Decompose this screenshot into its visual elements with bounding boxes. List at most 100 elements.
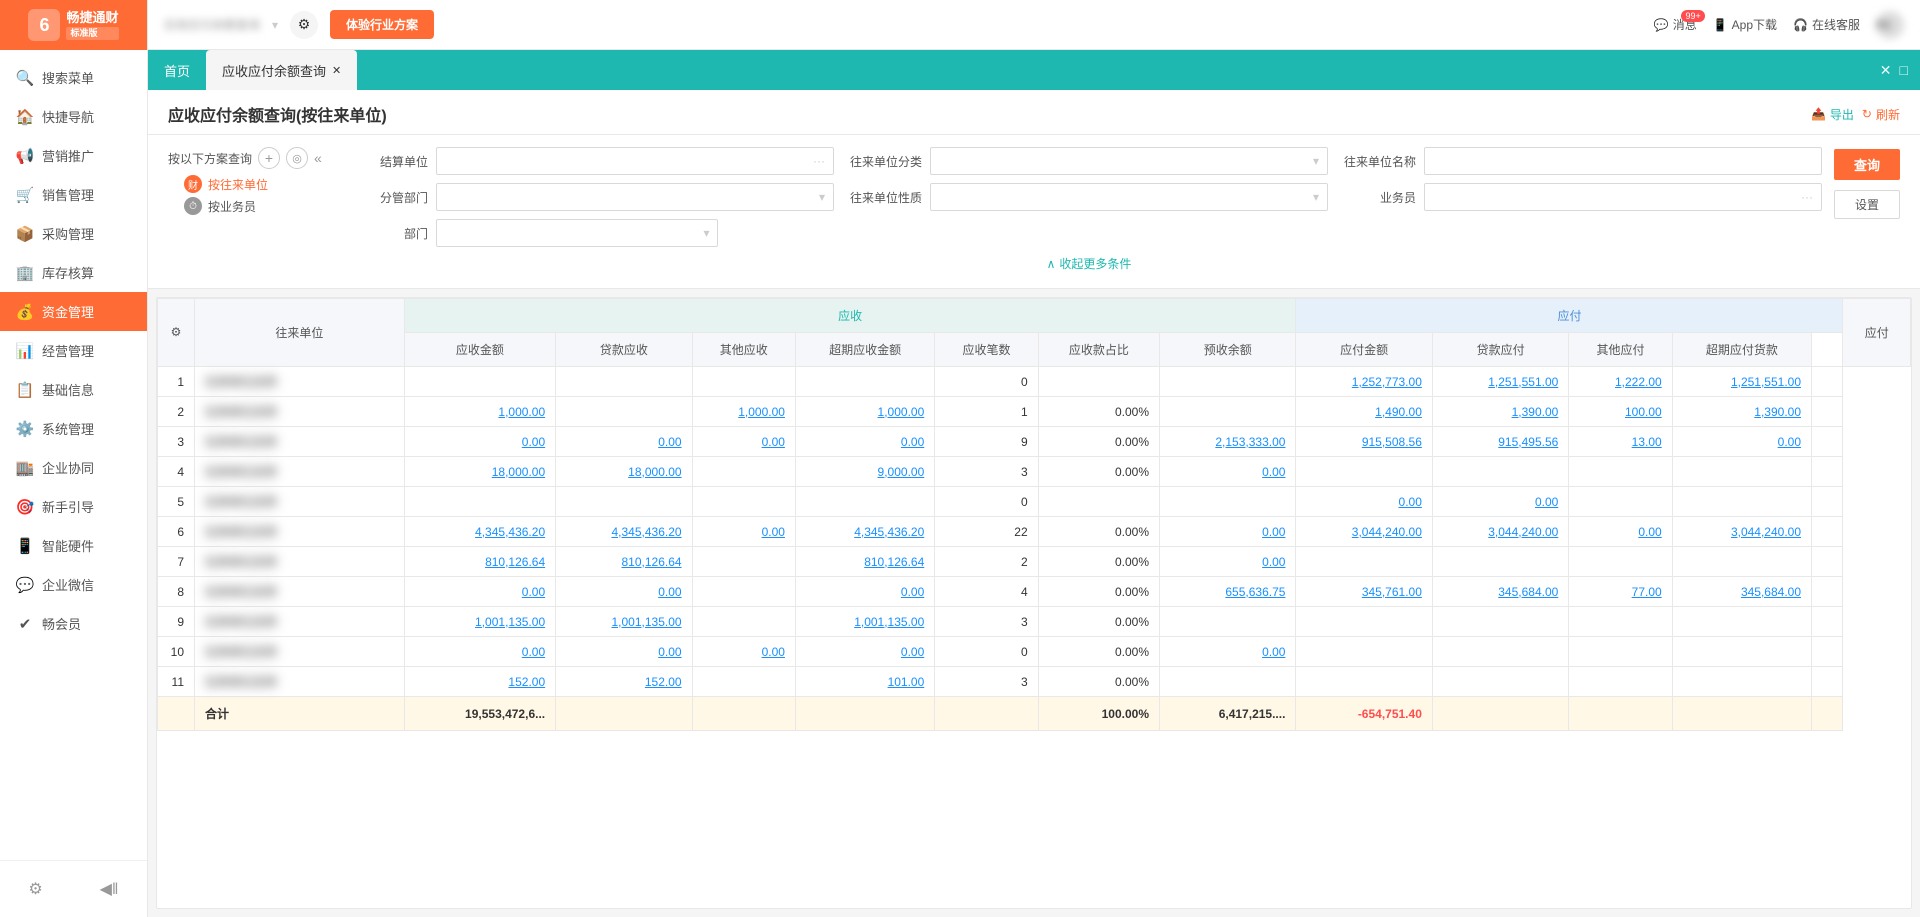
table-cell[interactable]: 4,345,436.20 xyxy=(795,517,934,547)
table-cell[interactable]: 1,390.00 xyxy=(1432,397,1568,427)
table-cell[interactable]: 1,001,135.00 xyxy=(795,607,934,637)
column-settings-icon[interactable]: ⚙ xyxy=(168,325,184,341)
table-cell[interactable]: 13.00 xyxy=(1569,427,1672,457)
table-cell[interactable]: 1,000.00 xyxy=(692,397,795,427)
filter-branch-dept-input[interactable]: ▾ xyxy=(436,183,834,211)
filter-dept-input[interactable]: ▾ xyxy=(436,219,718,247)
filter-partner-name-input[interactable] xyxy=(1424,147,1822,175)
sidebar-item-basic-info[interactable]: 📋 基础信息 xyxy=(0,370,147,409)
export-btn[interactable]: 📤 导出 xyxy=(1811,106,1854,123)
table-cell[interactable]: 915,495.56 xyxy=(1432,427,1568,457)
table-cell[interactable]: 101.00 xyxy=(795,667,934,697)
sidebar-item-sales[interactable]: 🛒 销售管理 xyxy=(0,175,147,214)
sidebar-item-search-menu[interactable]: 🔍 搜索菜单 xyxy=(0,58,147,97)
table-cell[interactable]: 1,251,551.00 xyxy=(1672,367,1811,397)
sidebar-item-hardware[interactable]: 📱 智能硬件 xyxy=(0,526,147,565)
table-cell[interactable]: 345,684.00 xyxy=(1672,577,1811,607)
scheme-by-salesman[interactable]: ⏱ 按业务员 xyxy=(184,197,348,215)
tab-close-btn[interactable]: ✕ xyxy=(332,64,341,77)
sidebar-settings-btn[interactable]: ⚙ xyxy=(20,871,50,907)
table-cell[interactable]: 0.00 xyxy=(556,427,692,457)
table-cell[interactable]: 345,761.00 xyxy=(1296,577,1432,607)
notification-btn[interactable]: 💬 消息 99+ xyxy=(1654,16,1697,33)
table-cell[interactable]: 3,044,240.00 xyxy=(1672,517,1811,547)
table-cell[interactable]: 0.00 xyxy=(1160,547,1296,577)
table-cell[interactable]: 4,345,436.20 xyxy=(556,517,692,547)
filter-target-btn[interactable]: ◎ xyxy=(286,147,308,169)
sidebar-item-finance[interactable]: 💰 资金管理 xyxy=(0,292,147,331)
table-cell[interactable]: 1,000.00 xyxy=(404,397,555,427)
sidebar-collapse-btn[interactable]: ◀‖ xyxy=(92,871,127,907)
table-cell[interactable]: 3,044,240.00 xyxy=(1296,517,1432,547)
sidebar-item-purchase[interactable]: 📦 采购管理 xyxy=(0,214,147,253)
table-cell[interactable]: 0.00 xyxy=(795,577,934,607)
query-button[interactable]: 查询 xyxy=(1834,149,1900,180)
table-cell[interactable]: 0.00 xyxy=(1296,487,1432,517)
table-cell[interactable]: 152.00 xyxy=(556,667,692,697)
table-cell[interactable]: 0.00 xyxy=(1160,637,1296,667)
user-avatar[interactable]: Rit xyxy=(1876,11,1904,39)
table-cell[interactable]: 0.00 xyxy=(1672,427,1811,457)
table-cell[interactable]: 345,684.00 xyxy=(1432,577,1568,607)
table-cell[interactable]: 100.00 xyxy=(1569,397,1672,427)
table-cell[interactable]: 810,126.64 xyxy=(556,547,692,577)
table-cell[interactable]: 915,508.56 xyxy=(1296,427,1432,457)
table-cell[interactable]: 0.00 xyxy=(1569,517,1672,547)
table-cell[interactable]: 1,222.00 xyxy=(1569,367,1672,397)
table-cell[interactable]: 1,490.00 xyxy=(1296,397,1432,427)
scheme-by-partner[interactable]: 财 按往来单位 xyxy=(184,175,348,193)
table-cell[interactable]: 0.00 xyxy=(692,637,795,667)
table-cell[interactable]: 0.00 xyxy=(556,637,692,667)
online-service-btn[interactable]: 🎧 在线客服 xyxy=(1793,16,1860,33)
table-cell[interactable]: 0.00 xyxy=(404,577,555,607)
table-cell[interactable]: 1,000.00 xyxy=(795,397,934,427)
filter-collapse-left-btn[interactable]: « xyxy=(314,150,322,166)
table-cell[interactable]: 1,001,135.00 xyxy=(404,607,555,637)
table-cell[interactable]: 152.00 xyxy=(404,667,555,697)
sidebar-item-wechat[interactable]: 💬 企业微信 xyxy=(0,565,147,604)
filter-partner-category-input[interactable]: ▾ xyxy=(930,147,1328,175)
table-cell[interactable]: 0.00 xyxy=(556,577,692,607)
sidebar-item-enterprise[interactable]: 🏬 企业协同 xyxy=(0,448,147,487)
promo-button[interactable]: 体验行业方案 xyxy=(330,10,434,39)
table-cell[interactable]: 0.00 xyxy=(795,637,934,667)
table-cell[interactable]: 0.00 xyxy=(795,427,934,457)
sidebar-item-guide[interactable]: 🎯 新手引导 xyxy=(0,487,147,526)
table-cell[interactable]: 0.00 xyxy=(692,427,795,457)
table-cell[interactable]: 4,345,436.20 xyxy=(404,517,555,547)
table-cell[interactable]: 810,126.64 xyxy=(795,547,934,577)
table-cell[interactable]: 1,390.00 xyxy=(1672,397,1811,427)
th-settings-icon[interactable]: ⚙ xyxy=(158,299,195,367)
table-cell[interactable]: 810,126.64 xyxy=(404,547,555,577)
window-maximize-btn[interactable]: □ xyxy=(1900,62,1908,79)
table-cell[interactable]: 77.00 xyxy=(1569,577,1672,607)
sidebar-item-quick-nav[interactable]: 🏠 快捷导航 xyxy=(0,97,147,136)
table-cell[interactable]: 18,000.00 xyxy=(556,457,692,487)
table-cell[interactable]: 0.00 xyxy=(692,517,795,547)
sidebar-item-operation[interactable]: 📊 经营管理 xyxy=(0,331,147,370)
table-cell[interactable]: 0.00 xyxy=(1432,487,1568,517)
table-cell[interactable]: 18,000.00 xyxy=(404,457,555,487)
sidebar-item-member[interactable]: ✔ 畅会员 xyxy=(0,604,147,643)
table-cell[interactable]: 2,153,333.00 xyxy=(1160,427,1296,457)
sidebar-item-system[interactable]: ⚙️ 系统管理 xyxy=(0,409,147,448)
table-cell[interactable]: 9,000.00 xyxy=(795,457,934,487)
filter-partner-nature-input[interactable]: ▾ xyxy=(930,183,1328,211)
app-download-btn[interactable]: 📱 App下载 xyxy=(1713,16,1777,33)
window-close-btn[interactable]: ✕ xyxy=(1880,62,1892,79)
tab-home[interactable]: 首页 xyxy=(148,50,206,90)
tab-ar-ap-query[interactable]: 应收应付余额查询 ✕ xyxy=(206,50,357,90)
table-cell[interactable]: 0.00 xyxy=(1160,517,1296,547)
settings-gear-btn[interactable]: ⚙ xyxy=(290,11,318,39)
sidebar-item-inventory[interactable]: 🏢 库存核算 xyxy=(0,253,147,292)
table-cell[interactable]: 0.00 xyxy=(404,637,555,667)
collapse-filter-btn[interactable]: ∧ 收起更多条件 xyxy=(356,251,1822,276)
table-cell[interactable]: 655,636.75 xyxy=(1160,577,1296,607)
table-cell[interactable]: 0.00 xyxy=(404,427,555,457)
table-cell[interactable]: 1,001,135.00 xyxy=(556,607,692,637)
table-cell[interactable]: 1,252,773.00 xyxy=(1296,367,1432,397)
settings-button[interactable]: 设置 xyxy=(1834,190,1900,219)
refresh-btn[interactable]: ↻ 刷新 xyxy=(1862,106,1900,123)
table-cell[interactable]: 0.00 xyxy=(1160,457,1296,487)
filter-settlement-input[interactable]: ··· xyxy=(436,147,834,175)
